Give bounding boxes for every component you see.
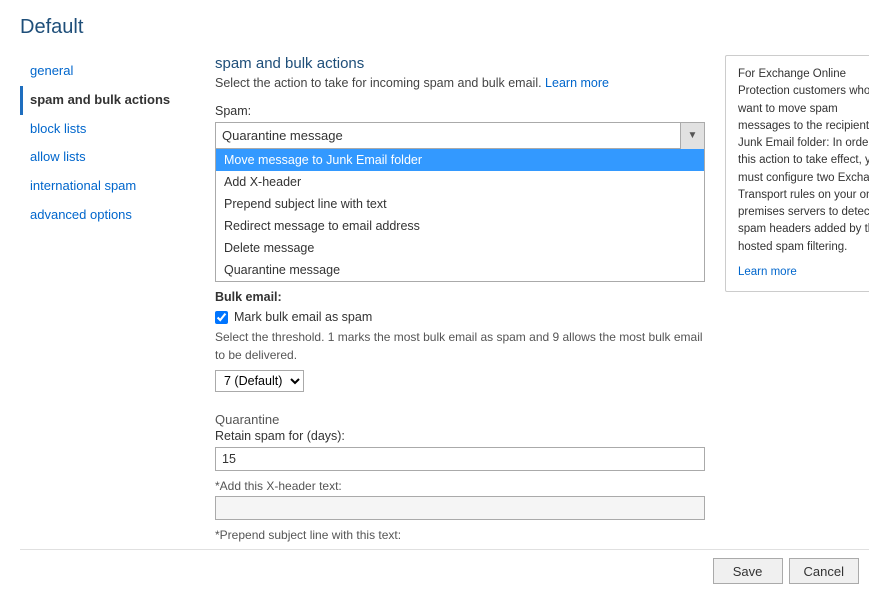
bulk-email-label: Bulk email: <box>215 290 705 304</box>
bulk-email-section: Bulk email: Mark bulk email as spam Sele… <box>215 290 705 392</box>
sidebar-item-block-lists[interactable]: block lists <box>20 115 195 144</box>
sidebar-item-allow-lists[interactable]: allow lists <box>20 143 195 172</box>
page-title: Default <box>20 16 869 39</box>
section-description: Select the action to take for incoming s… <box>215 76 705 90</box>
dropdown-arrow-btn[interactable]: ▼ <box>680 123 704 149</box>
main-content: spam and bulk actions Select the action … <box>195 55 715 543</box>
dropdown-option-delete[interactable]: Delete message <box>216 237 704 259</box>
dropdown-selected-value: Quarantine message <box>216 128 680 143</box>
prepend-label: *Prepend subject line with this text: <box>215 528 705 542</box>
tooltip-text: For Exchange Online Protection customers… <box>738 68 869 253</box>
sidebar-item-advanced[interactable]: advanced options <box>20 201 195 230</box>
tooltip-box: For Exchange Online Protection customers… <box>725 55 869 292</box>
bulk-threshold-select[interactable]: 7 (Default) <box>215 370 304 392</box>
dropdown-option-add-xheader[interactable]: Add X-header <box>216 171 704 193</box>
cancel-button[interactable]: Cancel <box>789 558 859 584</box>
dropdown-option-move-junk[interactable]: Move message to Junk Email folder <box>216 149 704 171</box>
mark-bulk-label[interactable]: Mark bulk email as spam <box>234 310 372 324</box>
footer: Save Cancel <box>20 549 869 590</box>
retain-spam-input[interactable] <box>215 447 705 471</box>
sidebar-item-international[interactable]: international spam <box>20 172 195 201</box>
xheader-label: *Add this X-header text: <box>215 479 705 493</box>
sidebar: general spam and bulk actions block list… <box>20 55 195 543</box>
mark-bulk-row: Mark bulk email as spam <box>215 310 705 324</box>
retain-spam-label: Retain spam for (days): <box>215 429 705 443</box>
sidebar-item-general[interactable]: general <box>20 57 195 86</box>
quarantine-section: Quarantine Retain spam for (days): *Add … <box>215 412 705 543</box>
mark-bulk-checkbox[interactable] <box>215 311 228 324</box>
spam-action-dropdown[interactable]: Quarantine message ▼ Move message to Jun… <box>215 122 705 282</box>
dropdown-option-redirect[interactable]: Redirect message to email address <box>216 215 704 237</box>
dropdown-header[interactable]: Quarantine message ▼ <box>216 123 704 149</box>
learn-more-link-top[interactable]: Learn more <box>545 76 609 90</box>
tooltip-learn-more-link[interactable]: Learn more <box>738 264 869 281</box>
bulk-desc: Select the threshold. 1 marks the most b… <box>215 328 705 364</box>
dropdown-list: Move message to Junk Email folder Add X-… <box>216 149 704 281</box>
save-button[interactable]: Save <box>713 558 783 584</box>
xheader-input[interactable] <box>215 496 705 520</box>
section-title: spam and bulk actions <box>215 55 705 72</box>
quarantine-title: Quarantine <box>215 412 705 427</box>
dropdown-option-prepend-subject[interactable]: Prepend subject line with text <box>216 193 704 215</box>
sidebar-item-spam-bulk[interactable]: spam and bulk actions <box>20 86 195 115</box>
dropdown-option-quarantine[interactable]: Quarantine message <box>216 259 704 281</box>
spam-label: Spam: <box>215 104 705 118</box>
